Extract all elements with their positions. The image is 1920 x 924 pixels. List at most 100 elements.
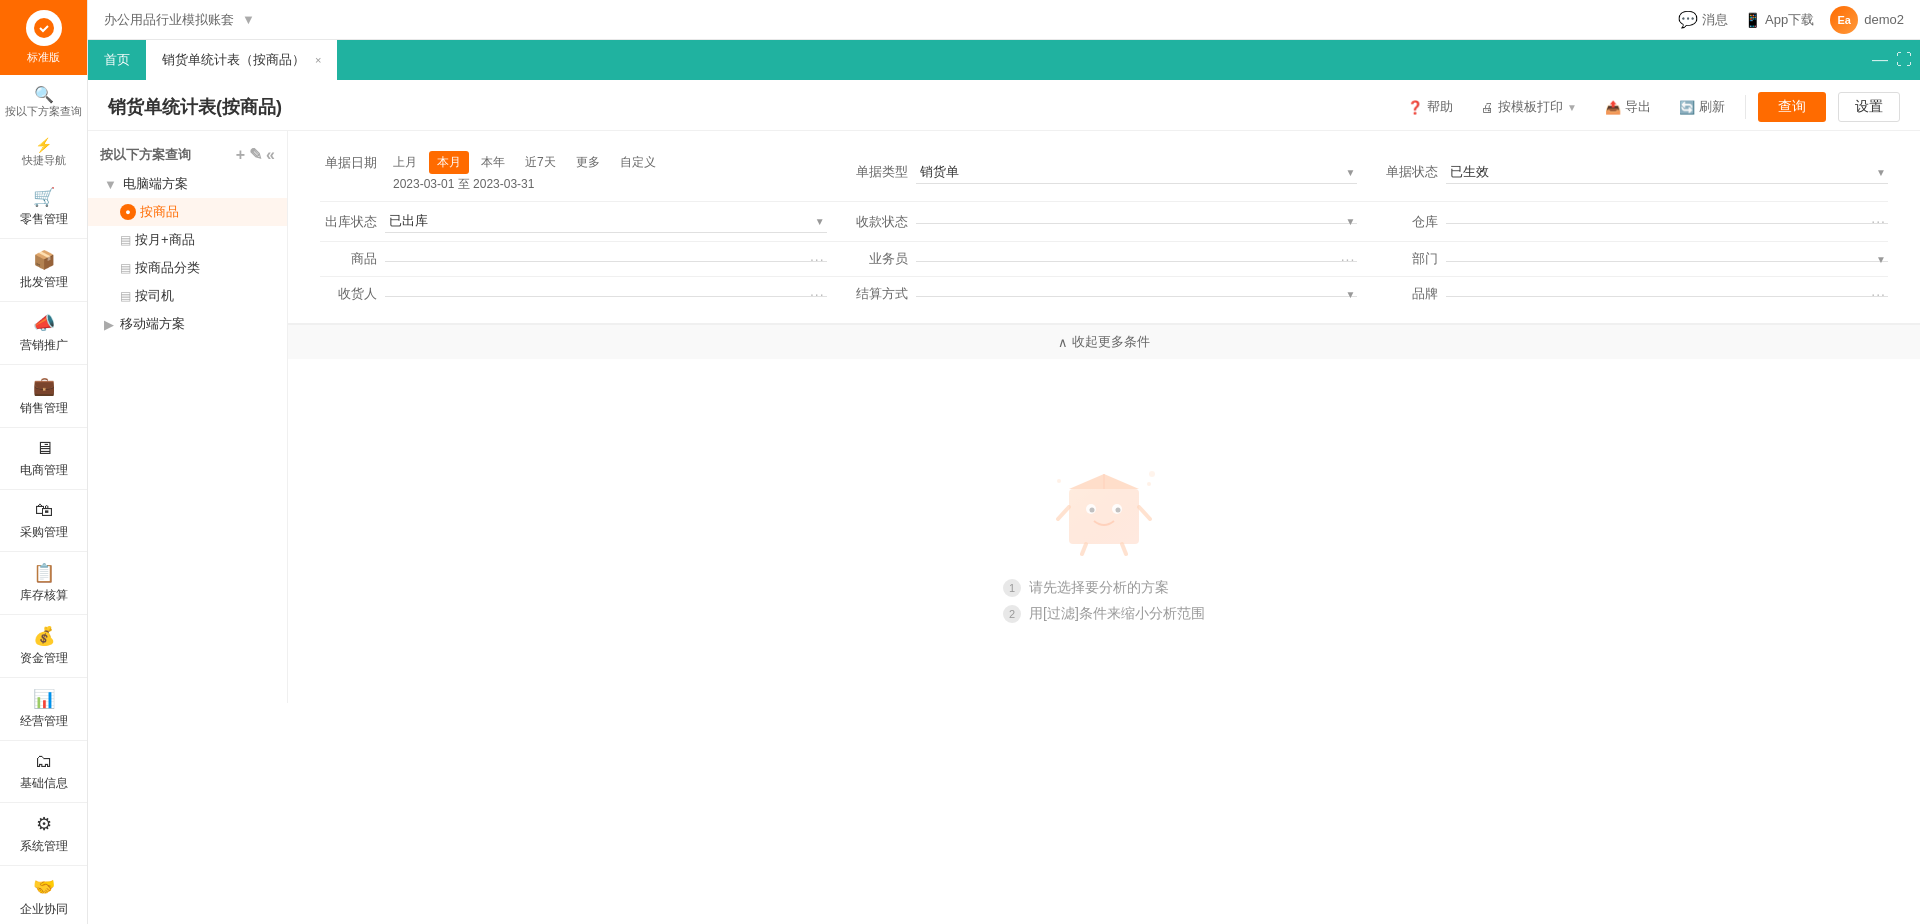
tab-minimize-btn[interactable]: — [1872, 51, 1888, 69]
user-area[interactable]: Ea demo2 [1830, 6, 1904, 34]
svg-point-7 [1116, 508, 1121, 513]
recipient-filter: 收货人 ··· [308, 277, 839, 311]
doc-status-filter: 单据状态 已生效 ▼ [1369, 143, 1900, 201]
print-dropdown-icon[interactable]: ▼ [1567, 102, 1577, 113]
divider [1745, 95, 1746, 119]
print-btn[interactable]: 🖨 按模板打印 ▼ [1473, 94, 1585, 120]
scheme-by-driver-label: 按司机 [135, 287, 174, 305]
staff-input[interactable]: ··· [916, 257, 1358, 262]
date-year-btn[interactable]: 本年 [473, 151, 513, 174]
tree-node-pc[interactable]: ▼ 电脑端方案 [88, 170, 287, 198]
operations-label: 经营管理 [20, 713, 68, 730]
collect-status-input[interactable]: ▼ [916, 219, 1358, 224]
query-btn[interactable]: 查询 [1758, 92, 1826, 122]
sidebar-item-sales[interactable]: 💼 销售管理 [0, 365, 87, 428]
help-btn[interactable]: ❓ 帮助 [1399, 94, 1461, 120]
filter-row-3: 商品 ··· 业务员 ··· [308, 242, 1900, 276]
system-icon: ⚙ [36, 813, 52, 835]
export-icon: 📤 [1605, 100, 1621, 115]
tab-close-btn[interactable]: × [315, 54, 321, 66]
sidebar-item-purchase[interactable]: 🛍 采购管理 [0, 490, 87, 552]
sidebar-item-inventory[interactable]: 📋 库存核算 [0, 552, 87, 615]
collapse-panel-btn[interactable]: « [266, 146, 275, 164]
date-label: 单据日期 [320, 154, 385, 172]
date-more-btn[interactable]: 更多 [568, 151, 608, 174]
sidebar-item-wholesale[interactable]: 📦 批发管理 [0, 239, 87, 302]
tab-active[interactable]: 销货单统计表（按商品） × [146, 40, 337, 80]
sidebar-item-operations[interactable]: 📊 经营管理 [0, 678, 87, 741]
empty-illustration [1044, 439, 1164, 559]
goods-label: 商品 [320, 250, 385, 268]
corp-icon: 🤝 [33, 876, 55, 898]
staff-filter: 业务员 ··· [839, 242, 1370, 276]
recipient-input[interactable]: ··· [385, 292, 827, 297]
svg-line-9 [1122, 544, 1126, 554]
message-btn[interactable]: 💬 消息 [1678, 10, 1728, 29]
collapse-label: 收起更多条件 [1072, 333, 1150, 351]
collect-status-placeholder [916, 219, 1358, 223]
brand-dots: ··· [1871, 286, 1886, 302]
sidebar-item-basics[interactable]: 🗂 基础信息 [0, 741, 87, 803]
tree-node-mobile[interactable]: ▶ 移动端方案 [88, 310, 287, 338]
app-download-btn[interactable]: 📱 App下载 [1744, 11, 1814, 29]
doc-status-value: 已生效 [1446, 161, 1888, 183]
settle-input[interactable]: ▼ [916, 292, 1358, 297]
tip-num-1: 1 [1003, 579, 1021, 597]
svg-rect-1 [1069, 489, 1139, 544]
tab-home[interactable]: 首页 [88, 40, 146, 80]
goods-input[interactable]: ··· [385, 257, 827, 262]
set-btn[interactable]: 设置 [1838, 92, 1900, 122]
refresh-btn[interactable]: 🔄 刷新 [1671, 94, 1733, 120]
tip-text-1: 请先选择要分析的方案 [1029, 579, 1169, 597]
page-title: 销货单统计表(按商品) [108, 95, 282, 119]
brand-input[interactable]: ··· [1446, 292, 1888, 297]
tab-maximize-btn[interactable]: ⛶ [1896, 51, 1912, 69]
edit-scheme-btn[interactable]: ✎ [249, 145, 262, 164]
sidebar-item-retail[interactable]: 🛒 零售管理 [0, 176, 87, 239]
date-curr-btn[interactable]: 本月 [429, 151, 469, 174]
out-status-input[interactable]: 已出库 ▼ [385, 210, 827, 233]
tree-child-by-month-goods[interactable]: ▤ 按月+商品 [88, 226, 287, 254]
settle-filter: 结算方式 ▼ [839, 277, 1370, 311]
refresh-icon: 🔄 [1679, 100, 1695, 115]
dept-input[interactable]: ▼ [1446, 257, 1888, 262]
tree-expand-icon: ▼ [104, 177, 117, 192]
filter-row-2: 出库状态 已出库 ▼ 收款状态 ▼ [308, 202, 1900, 241]
marketing-label: 营销推广 [20, 337, 68, 354]
sidebar-item-corp[interactable]: 🤝 企业协同 [0, 866, 87, 924]
inventory-label: 库存核算 [20, 587, 68, 604]
tree-child-by-category[interactable]: ▤ 按商品分类 [88, 254, 287, 282]
tree-child-by-driver[interactable]: ▤ 按司机 [88, 282, 287, 310]
date-prev-btn[interactable]: 上月 [385, 151, 425, 174]
date-custom-btn[interactable]: 自定义 [612, 151, 664, 174]
doc-type-input[interactable]: 销货单 ▼ [916, 161, 1358, 184]
refresh-label: 刷新 [1699, 98, 1725, 116]
message-label: 消息 [1702, 11, 1728, 29]
layout-body: 按以下方案查询 + ✎ « ▼ 电脑端方案 ● 按商品 [88, 131, 1920, 703]
sidebar-item-ecommerce[interactable]: 🖥 电商管理 [0, 428, 87, 490]
warehouse-input[interactable]: ··· [1446, 219, 1888, 224]
sidebar-item-marketing[interactable]: 📣 营销推广 [0, 302, 87, 365]
top-header: 办公用品行业模拟账套 ▼ 💬 消息 📱 App下载 Ea demo2 [88, 0, 1920, 40]
tree-child-by-goods[interactable]: ● 按商品 [88, 198, 287, 226]
quick-nav[interactable]: ⚡ 快捷导航 [0, 129, 87, 176]
message-icon: 💬 [1678, 10, 1698, 29]
panel-actions: + ✎ « [236, 145, 275, 164]
tab-bar-right: — ⛶ [1872, 51, 1920, 69]
search-menu[interactable]: 🔍 按以下方案查询 [0, 75, 87, 129]
ecommerce-icon: 🖥 [35, 438, 53, 459]
header-left: 办公用品行业模拟账套 ▼ [104, 11, 255, 29]
active-scheme-icon: ● [120, 204, 136, 220]
svg-point-14 [1149, 471, 1155, 477]
dropdown-icon[interactable]: ▼ [242, 12, 255, 27]
doc-status-input[interactable]: 已生效 ▼ [1446, 161, 1888, 184]
sidebar-item-finance[interactable]: 💰 资金管理 [0, 615, 87, 678]
sidebar-item-system[interactable]: ⚙ 系统管理 [0, 803, 87, 866]
collapse-row[interactable]: ∧ 收起更多条件 [288, 324, 1920, 359]
scheme-by-category-label: 按商品分类 [135, 259, 200, 277]
export-btn[interactable]: 📤 导出 [1597, 94, 1659, 120]
date-week-btn[interactable]: 近7天 [517, 151, 564, 174]
left-panel-header: 按以下方案查询 + ✎ « [88, 139, 287, 170]
add-scheme-btn[interactable]: + [236, 146, 245, 164]
brand-placeholder [1446, 292, 1888, 296]
